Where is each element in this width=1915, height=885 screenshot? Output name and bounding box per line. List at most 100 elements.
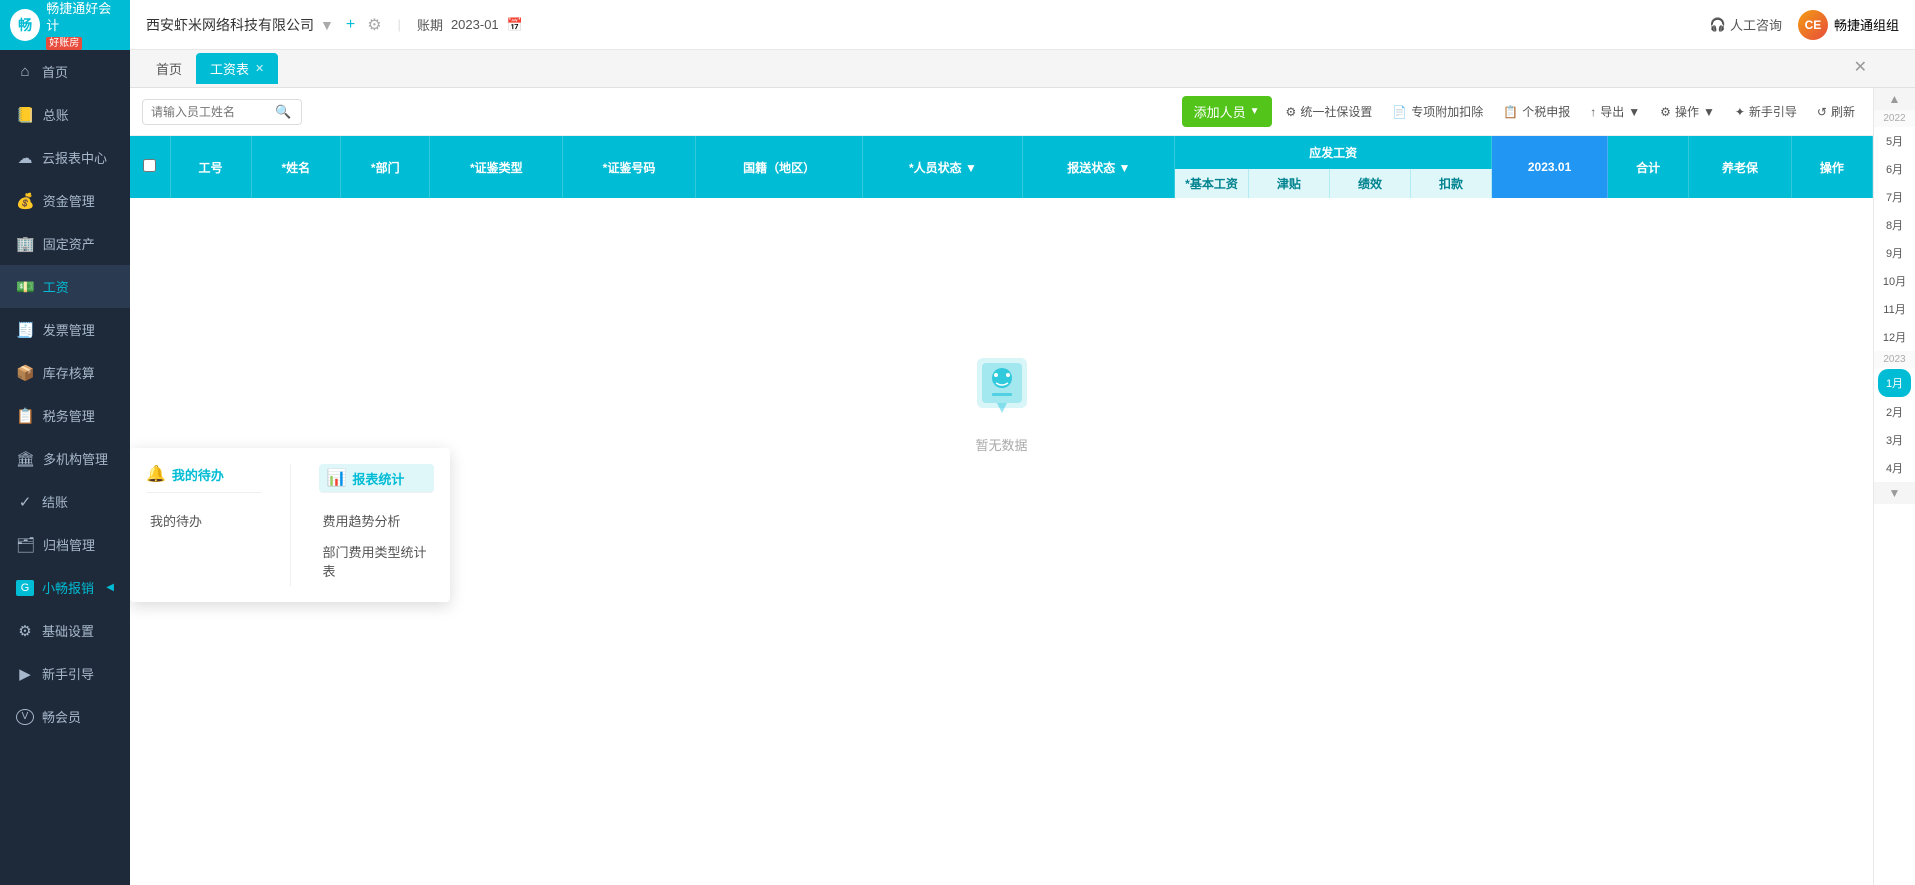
sidebar-item-home[interactable]: ⌂ 首页 [0,50,130,93]
report-icon: 📊 [327,468,347,488]
personal-tax-btn[interactable]: 📋 个税申报 [1497,99,1576,124]
sidebar-item-assets[interactable]: 🏢 固定资产 [0,222,130,265]
main-content: 西安虾米网络科技有限公司 ▼ + ⚙ | 账期 2023-01 📅 🎧 人工咨询… [130,0,1915,885]
fund-icon: 💰 [16,192,35,210]
special-deduction-btn[interactable]: 📄 专项附加扣除 [1386,99,1489,124]
xiaochang-icon: G [16,580,34,596]
multi-org-icon: 🏛 [16,450,35,468]
sidebar-item-multi-org[interactable]: 🏛 多机构管理 [0,437,130,480]
sidebar-item-inventory[interactable]: 📦 库存核算 [0,351,130,394]
xiaochang-popup: 🔔 我的待办 我的待办 📊 报表统计 费用趋势分析 [130,448,450,602]
col-payroll-group: 应发工资 [1175,136,1492,169]
sidebar-item-new-guide[interactable]: ▶ 新手引导 [0,652,130,695]
search-icon: 🔍 [275,104,291,120]
support-btn[interactable]: 🎧 人工咨询 [1710,15,1782,34]
assets-icon: 🏢 [16,235,35,253]
user-menu[interactable]: CE 畅捷通组组 [1798,10,1899,40]
sidebar-item-basic-settings[interactable]: ⚙ 基础设置 [0,609,130,652]
company-dropdown-icon: ▼ [320,17,334,33]
search-input[interactable] [151,105,271,119]
content-area: 🔍 添加人员 ▼ ⚙ 统一社保设置 📄 专项附加扣除 [130,88,1915,885]
tabbar: 首页 工资表 ✕ ✕ [130,50,1915,88]
member-icon: V [16,709,34,725]
sidebar-item-ledger[interactable]: 📒 总账 [0,93,130,136]
month-6[interactable]: 6月 [1874,155,1915,183]
popup-report-item-1[interactable]: 费用趋势分析 [319,505,435,536]
sub-col-performance: 绩效 [1329,169,1410,198]
month-sidebar: ▲ 2022 5月 6月 7月 8月 9月 10月 11月 12月 2023 1… [1873,88,1915,885]
col-total: 合计 [1608,136,1689,198]
col-status: *人员状态 ▼ [863,136,1023,198]
col-id-number: *证鉴号码 [563,136,696,198]
export-icon: ↑ [1590,105,1596,119]
calendar-icon[interactable]: 📅 [507,17,523,33]
refresh-btn[interactable]: ↺ 刷新 [1811,99,1861,124]
sidebar-item-checkout[interactable]: ✓ 结账 [0,480,130,523]
popup-col-todo: 🔔 我的待办 我的待办 [146,464,262,586]
month-nav-down[interactable]: ▼ [1874,482,1915,504]
month-10[interactable]: 10月 [1874,267,1915,295]
month-8[interactable]: 8月 [1874,211,1915,239]
popup-todo-title: 🔔 我的待办 [146,464,262,493]
col-operate: 操作 [1791,136,1872,198]
col-period: 2023.01 [1492,136,1608,198]
topbar-settings-icon[interactable]: ⚙ [367,15,381,35]
month-7[interactable]: 7月 [1874,183,1915,211]
dropdown-arrow-icon: ▼ [1250,106,1260,117]
period-display: 账期 2023-01 📅 [417,15,523,34]
month-nav-up[interactable]: ▲ [1874,88,1915,110]
export-btn[interactable]: ↑ 导出 ▼ [1584,99,1646,124]
month-12[interactable]: 12月 [1874,323,1915,351]
topbar: 西安虾米网络科技有限公司 ▼ + ⚙ | 账期 2023-01 📅 🎧 人工咨询… [130,0,1915,50]
refresh-icon: ↺ [1817,105,1827,119]
salary-table: 工号 *姓名 *部门 *证鉴类型 *证鉴号码 国籍（地区） *人员状态 ▼ 报送… [130,136,1873,198]
popup-todo-item[interactable]: 我的待办 [146,505,262,536]
select-all-checkbox[interactable] [143,159,156,172]
sidebar: 畅 畅捷通好会计 好账房 ⌂ 首页 📒 总账 ☁ 云报表中心 💰 资金管理 🏢 … [0,0,130,885]
month-4[interactable]: 4月 [1874,454,1915,482]
col-pension: 养老保 [1689,136,1792,198]
topbar-add-icon[interactable]: + [346,16,355,34]
month-1[interactable]: 1月 [1878,369,1911,397]
panel-close-button[interactable]: ✕ [1854,57,1867,77]
export-dropdown-icon: ▼ [1628,105,1640,119]
operate-btn[interactable]: ⚙ 操作 ▼ [1654,99,1721,124]
tax-icon: 📋 [16,407,35,425]
operate-dropdown-icon: ▼ [1703,105,1715,119]
col-dept: *部门 [341,136,430,198]
topbar-actions: 🎧 人工咨询 CE 畅捷通组组 [1710,10,1899,40]
month-11[interactable]: 11月 [1874,295,1915,323]
invoice-icon: 🧾 [16,321,35,339]
sidebar-item-member[interactable]: V 畅会员 [0,695,130,738]
col-name: *姓名 [251,136,340,198]
month-2[interactable]: 2月 [1874,398,1915,426]
sidebar-item-xiaochang[interactable]: G 小畅报销 ◀ [0,566,130,609]
month-5[interactable]: 5月 [1874,127,1915,155]
tax-report-icon: 📋 [1503,105,1518,119]
company-selector[interactable]: 西安虾米网络科技有限公司 ▼ [146,15,334,35]
popup-report-item-2[interactable]: 部门费用类型统计表 [319,536,435,586]
sidebar-item-cloud-report[interactable]: ☁ 云报表中心 [0,136,130,179]
tab-salary[interactable]: 工资表 ✕ [196,53,278,84]
sidebar-item-tax[interactable]: 📋 税务管理 [0,394,130,437]
col-id-type: *证鉴类型 [430,136,563,198]
sidebar-item-salary[interactable]: 💵 工资 [0,265,130,308]
month-3[interactable]: 3月 [1874,426,1915,454]
tab-home[interactable]: 首页 [142,53,196,84]
inventory-icon: 📦 [16,364,35,382]
search-wrapper[interactable]: 🔍 [142,99,302,125]
salary-icon: 💵 [16,278,35,296]
close-tab-icon[interactable]: ✕ [255,62,264,75]
social-insurance-btn[interactable]: ⚙ 统一社保设置 [1280,99,1379,124]
ledger-icon: 📒 [16,106,35,124]
col-number: 工号 [170,136,251,198]
sidebar-item-fund[interactable]: 💰 资金管理 [0,179,130,222]
guide-btn[interactable]: ✦ 新手引导 [1729,99,1803,124]
add-person-button[interactable]: 添加人员 ▼ [1182,96,1272,127]
collapse-arrow-icon: ◀ [106,582,114,593]
social-icon: ⚙ [1286,105,1297,119]
month-9[interactable]: 9月 [1874,239,1915,267]
sidebar-item-invoice[interactable]: 🧾 发票管理 [0,308,130,351]
sidebar-item-archive[interactable]: 🗂 归档管理 [0,523,130,566]
sub-col-basic-salary: *基本工资 [1175,169,1249,198]
